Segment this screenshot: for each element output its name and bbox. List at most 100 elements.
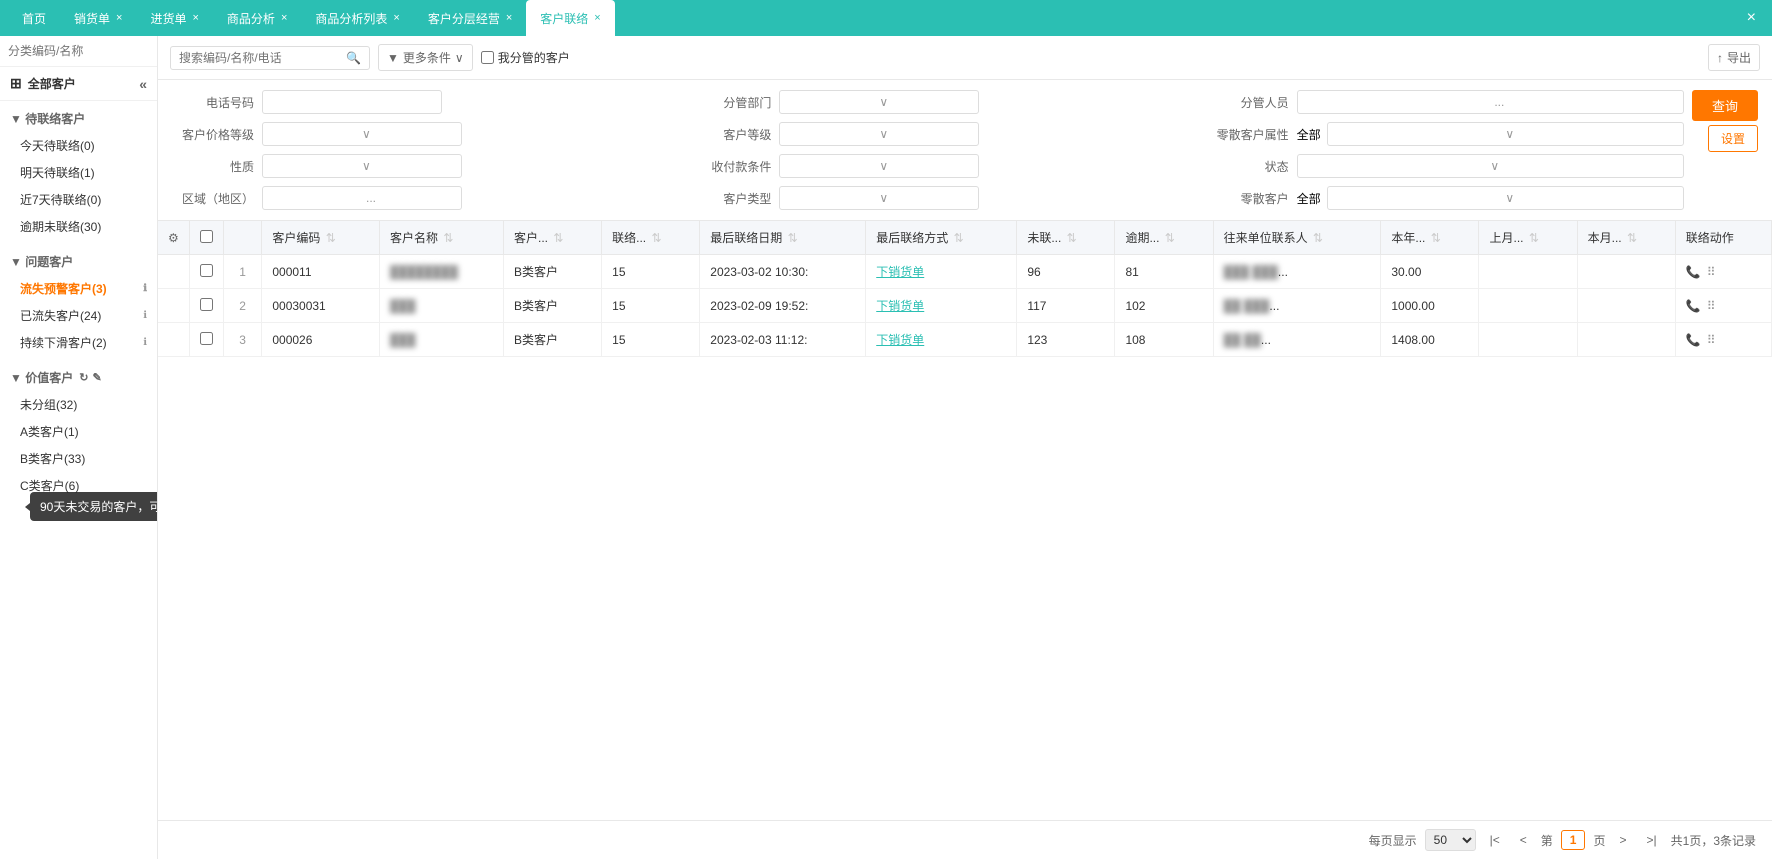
filter-select-customer-level[interactable]: ∨ bbox=[779, 122, 979, 146]
row2-checkbox[interactable] bbox=[200, 298, 213, 311]
sidebar-item-7days[interactable]: 近7天待联络(0) bbox=[0, 186, 157, 213]
edit-icon[interactable]: ✎ bbox=[92, 371, 101, 384]
table-col-last-date[interactable]: 最后联络日期 ⇅ bbox=[700, 221, 866, 255]
filter-select-status[interactable]: ∨ bbox=[1297, 154, 1684, 178]
per-page-select[interactable]: 50 100 200 bbox=[1425, 829, 1476, 851]
sidebar-item-at-risk-pred[interactable]: 流失预警客户(3) ℹ bbox=[0, 275, 157, 302]
table-col-name[interactable]: 客户名称 ⇅ bbox=[379, 221, 503, 255]
row3-phone-icon[interactable]: 📞 bbox=[1686, 333, 1701, 347]
search-button-icon[interactable]: 🔍 bbox=[346, 51, 361, 65]
filter-select-payment[interactable]: ∨ bbox=[779, 154, 979, 178]
row2-last-month bbox=[1479, 289, 1577, 323]
my-customers-checkbox[interactable] bbox=[481, 51, 494, 64]
table-col-last-month[interactable]: 上月... ⇅ bbox=[1479, 221, 1577, 255]
filter-select-customer-type[interactable]: ∨ bbox=[779, 186, 979, 210]
filter-col-customer-type: 客户类型 ∨ bbox=[689, 186, 1166, 210]
search-input[interactable] bbox=[179, 51, 346, 65]
table-col-settings[interactable]: ⚙ bbox=[158, 221, 189, 255]
row2-this-year: 1000.00 bbox=[1381, 289, 1479, 323]
close-customer-contact-tab[interactable]: × bbox=[594, 12, 600, 24]
close-purchase-tab[interactable]: × bbox=[192, 12, 198, 24]
tab-sales[interactable]: 销货单 × bbox=[60, 0, 136, 36]
my-customers-checkbox-label[interactable]: 我分管的客户 bbox=[481, 49, 570, 66]
table-row: 2 00030031 ███ B类客户 15 2023-02-09 19:52:… bbox=[158, 289, 1772, 323]
sidebar-group-atrisk-title[interactable]: ▼ 问题客户 bbox=[0, 248, 157, 275]
sidebar-collapse-button[interactable]: « bbox=[139, 76, 147, 92]
tab-purchase[interactable]: 进货单 × bbox=[136, 0, 212, 36]
table-col-unit-contact[interactable]: 往来单位联系人 ⇅ bbox=[1213, 221, 1381, 255]
row2-this-month bbox=[1577, 289, 1675, 323]
tab-product-analysis[interactable]: 商品分析 × bbox=[213, 0, 301, 36]
tab-customer-segment[interactable]: 客户分层经营 × bbox=[414, 0, 526, 36]
row1-last-way[interactable]: 下销货单 bbox=[866, 255, 1017, 289]
table-col-contact[interactable]: 联络... ⇅ bbox=[602, 221, 700, 255]
row2-phone-icon[interactable]: 📞 bbox=[1686, 299, 1701, 313]
row1-checkbox[interactable] bbox=[200, 264, 213, 277]
last-page-button[interactable]: >| bbox=[1641, 831, 1663, 849]
row3-contact: 15 bbox=[602, 323, 700, 357]
first-page-button[interactable]: |< bbox=[1484, 831, 1506, 849]
row2-last-way[interactable]: 下销货单 bbox=[866, 289, 1017, 323]
close-customer-segment-tab[interactable]: × bbox=[506, 12, 512, 24]
row1-action: 📞 ⠿ bbox=[1675, 255, 1771, 289]
select-all-checkbox[interactable] bbox=[200, 230, 213, 243]
sidebar-item-tomorrow[interactable]: 明天待联络(1) bbox=[0, 159, 157, 186]
filter-select-region[interactable]: ... bbox=[262, 186, 462, 210]
table-col-no-contact[interactable]: 未联... ⇅ bbox=[1017, 221, 1115, 255]
table-col-last-way[interactable]: 最后联络方式 ⇅ bbox=[866, 221, 1017, 255]
prev-page-button[interactable]: < bbox=[1514, 831, 1533, 849]
close-product-analysis-list-tab[interactable]: × bbox=[393, 12, 399, 24]
more-filter-button[interactable]: ▼ 更多条件 ∨ bbox=[378, 44, 473, 71]
table-col-this-month[interactable]: 本月... ⇅ bbox=[1577, 221, 1675, 255]
tab-customer-contact[interactable]: 客户联络 × bbox=[526, 0, 614, 36]
filter-label-status: 状态 bbox=[1207, 158, 1297, 175]
settings-button[interactable]: 设置 bbox=[1708, 125, 1758, 152]
table-col-this-year[interactable]: 本年... ⇅ bbox=[1381, 221, 1479, 255]
sidebar-item-hold-down[interactable]: 持续下滑客户(2) ℹ bbox=[0, 329, 157, 356]
row3-action: 📞 ⠿ bbox=[1675, 323, 1771, 357]
row3-num: 3 bbox=[223, 323, 262, 357]
sidebar-item-overdue-contact[interactable]: 逾期未联络(30) bbox=[0, 213, 157, 240]
close-all-button[interactable]: × bbox=[1739, 9, 1764, 27]
export-button[interactable]: ↑ 导出 bbox=[1708, 44, 1760, 71]
table-col-code[interactable]: 客户编码 ⇅ bbox=[262, 221, 380, 255]
tab-home[interactable]: 首页 bbox=[8, 0, 60, 36]
row3-last-way[interactable]: 下销货单 bbox=[866, 323, 1017, 357]
chevron-payment: ∨ bbox=[879, 159, 970, 173]
table-col-level[interactable]: 客户... ⇅ bbox=[504, 221, 602, 255]
filter-select-nature[interactable]: ∨ bbox=[262, 154, 462, 178]
row3-name: ███ bbox=[379, 323, 503, 357]
filter-input-phone[interactable] bbox=[262, 90, 442, 114]
filter-select-manager[interactable]: ... bbox=[1297, 90, 1684, 114]
sidebar-group-value-title[interactable]: ▼ 价值客户 ↻ ✎ bbox=[0, 364, 157, 391]
sidebar-item-b-class[interactable]: B类客户(33) bbox=[0, 445, 157, 472]
table-col-overdue[interactable]: 逾期... ⇅ bbox=[1115, 221, 1213, 255]
filter-select-retail[interactable]: ∨ bbox=[1327, 186, 1684, 210]
filter-select-dept[interactable]: ∨ bbox=[779, 90, 979, 114]
tab-product-analysis-list[interactable]: 商品分析列表 × bbox=[301, 0, 413, 36]
row2-more-icon[interactable]: ⠿ bbox=[1707, 299, 1716, 313]
close-product-analysis-tab[interactable]: × bbox=[281, 12, 287, 24]
sidebar-item-unclassified[interactable]: 未分组(32) bbox=[0, 391, 157, 418]
close-sales-tab[interactable]: × bbox=[116, 12, 122, 24]
row3-checkbox[interactable] bbox=[200, 332, 213, 345]
sidebar-item-today[interactable]: 今天待联络(0) bbox=[0, 132, 157, 159]
row2-overdue: 102 bbox=[1115, 289, 1213, 323]
sidebar-item-a-class[interactable]: A类客户(1) bbox=[0, 418, 157, 445]
sidebar-group-pending-title[interactable]: ▼ 待联络客户 bbox=[0, 105, 157, 132]
row1-last-date: 2023-03-02 10:30: bbox=[700, 255, 866, 289]
sidebar: 🔍 ⊞ 全部客户 « ▼ 待联络客户 今天待联络(0) 明天待联络(1) bbox=[0, 36, 158, 859]
row2-action-icons: 📞 ⠿ bbox=[1686, 299, 1761, 313]
filter-select-retail-attr[interactable]: ∨ bbox=[1327, 122, 1684, 146]
filter-select-price-level[interactable]: ∨ bbox=[262, 122, 462, 146]
sidebar-item-lost[interactable]: 已流失客户(24) ℹ bbox=[0, 302, 157, 329]
sidebar-search-input[interactable] bbox=[8, 44, 158, 58]
region-ellipsis-btn[interactable]: ... bbox=[366, 191, 453, 205]
manager-ellipsis-btn[interactable]: ... bbox=[1494, 95, 1675, 109]
query-button[interactable]: 查询 bbox=[1692, 90, 1758, 121]
row3-more-icon[interactable]: ⠿ bbox=[1707, 333, 1716, 347]
row1-phone-icon[interactable]: 📞 bbox=[1686, 265, 1701, 279]
row1-more-icon[interactable]: ⠿ bbox=[1707, 265, 1716, 279]
next-page-button[interactable]: > bbox=[1614, 831, 1633, 849]
refresh-icon[interactable]: ↻ bbox=[79, 371, 88, 384]
